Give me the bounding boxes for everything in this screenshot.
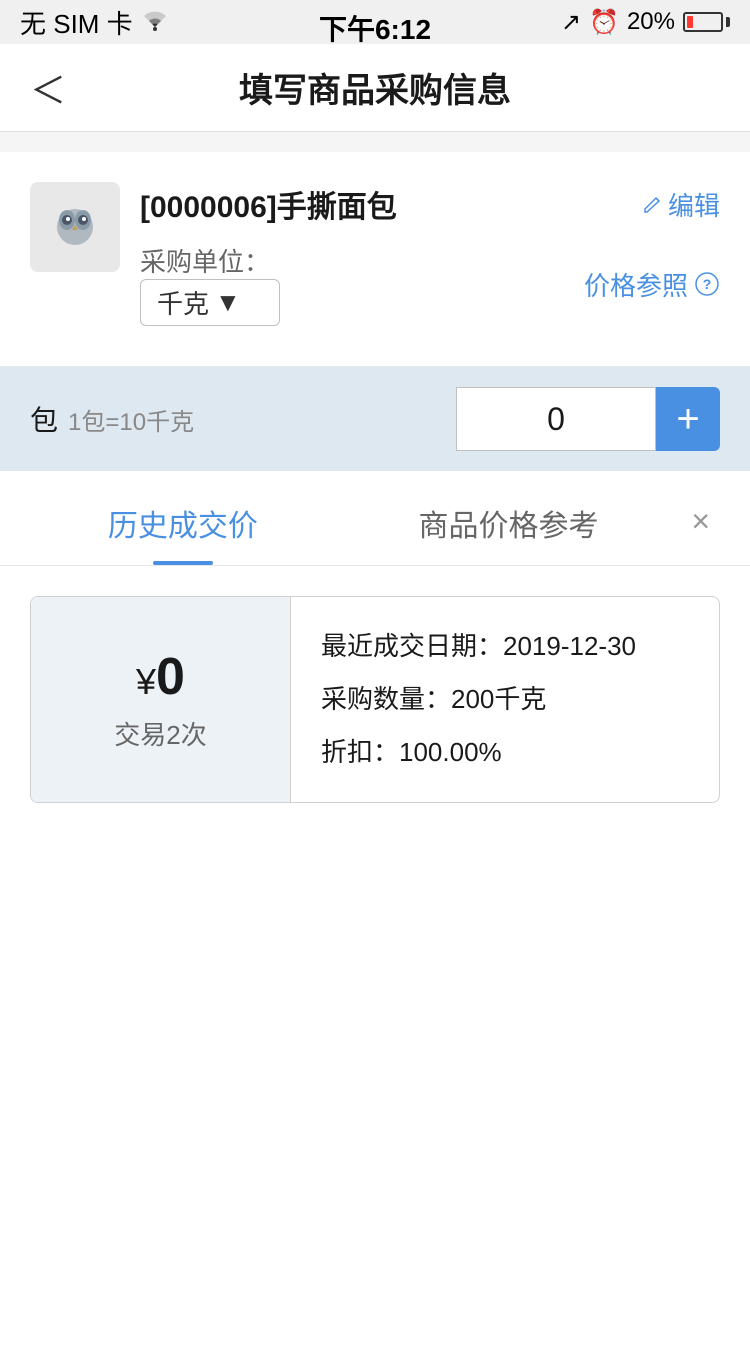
edit-button[interactable]: 编辑: [642, 186, 720, 223]
product-section: [0000006]手撕面包 编辑 采购单位： 千克 ▼: [0, 152, 750, 366]
product-name-row: [0000006]手撕面包 编辑: [140, 182, 720, 226]
recent-date-value: 2019-12-30: [503, 631, 636, 661]
price-right: 最近成交日期：2019-12-30 采购数量：200千克 折扣：100.00%: [291, 597, 719, 802]
product-header: [0000006]手撕面包 编辑 采购单位： 千克 ▼: [30, 182, 720, 326]
tab-section: 历史成交价 商品价格参考 × ¥0 交易2次 最近成交日期：2019-12-3: [0, 477, 750, 803]
unit-row: 采购单位： 千克 ▼ 价格参照 ?: [140, 242, 720, 326]
quantity-input[interactable]: 0: [456, 387, 656, 451]
quantity-plus-button[interactable]: +: [656, 387, 720, 451]
currency-symbol: ¥: [136, 661, 156, 702]
brand-icon: [45, 192, 105, 262]
dropdown-arrow: ▼: [215, 287, 241, 318]
location-icon: ↗: [561, 8, 581, 37]
price-card-section: ¥0 交易2次 最近成交日期：2019-12-30 采购数量：200千克 折扣：…: [0, 566, 750, 803]
tab-history-label: 历史成交价: [108, 510, 258, 543]
price-left: ¥0 交易2次: [31, 597, 291, 802]
price-ref-label: 价格参照: [584, 266, 688, 303]
wifi-icon: [141, 7, 169, 38]
purchase-quantity-row: 采购数量：200千克: [321, 680, 689, 719]
quantity-unit-label: 包: [30, 399, 58, 439]
product-info: [0000006]手撕面包 编辑 采购单位： 千克 ▼: [140, 182, 720, 326]
discount-value: 100.00%: [399, 737, 502, 767]
unit-value: 千克: [157, 284, 209, 321]
carrier-text: 无 SIM 卡: [20, 4, 133, 41]
back-button[interactable]: ＜: [30, 62, 66, 114]
quantity-section: 包 1包=10千克 0 +: [0, 366, 750, 471]
plus-icon: +: [676, 397, 699, 442]
quantity-row: 包 1包=10千克 0 +: [0, 367, 750, 471]
svg-text:?: ?: [703, 276, 712, 292]
status-time: 下午6:12: [319, 8, 431, 48]
recent-date-row: 最近成交日期：2019-12-30: [321, 627, 689, 666]
price-card: ¥0 交易2次 最近成交日期：2019-12-30 采购数量：200千克 折扣：…: [30, 596, 720, 803]
price-value: 0: [156, 648, 185, 706]
tab-close-button[interactable]: ×: [671, 503, 730, 540]
recent-date-label: 最近成交日期：: [321, 631, 503, 661]
trade-count: 交易2次: [114, 715, 206, 752]
discount-label: 折扣：: [321, 737, 399, 767]
status-right: ↗ ⏰ 20%: [561, 8, 730, 37]
status-left: 无 SIM 卡: [20, 4, 169, 41]
discount-row: 折扣：100.00%: [321, 733, 689, 772]
tab-history[interactable]: 历史成交价: [20, 477, 346, 565]
main-content: [0000006]手撕面包 编辑 采购单位： 千克 ▼: [0, 152, 750, 1354]
product-name: [0000006]手撕面包: [140, 182, 397, 226]
unit-label-group: 采购单位： 千克 ▼: [140, 242, 280, 326]
battery-icon: [683, 12, 730, 32]
unit-label: 采购单位：: [140, 247, 270, 277]
quantity-controls: 0 +: [456, 387, 720, 451]
page-title: 填写商品采购信息: [239, 63, 511, 112]
alarm-icon: ⏰: [589, 8, 619, 37]
purchase-quantity-value: 200千克: [451, 684, 546, 714]
unit-select[interactable]: 千克 ▼: [140, 279, 280, 326]
edit-label: 编辑: [668, 186, 720, 223]
nav-bar: ＜ 填写商品采购信息: [0, 44, 750, 132]
tab-active-indicator: [153, 561, 213, 565]
quantity-value: 0: [547, 401, 565, 438]
price-reference-button[interactable]: 价格参照 ?: [584, 266, 720, 303]
tab-bar: 历史成交价 商品价格参考 ×: [0, 477, 750, 566]
purchase-quantity-label: 采购数量：: [321, 684, 451, 714]
price-amount: ¥0: [136, 647, 185, 707]
status-bar: 无 SIM 卡 下午6:12 ↗ ⏰ 20%: [0, 0, 750, 44]
product-logo: [30, 182, 120, 272]
tab-reference-label: 商品价格参考: [418, 510, 598, 543]
battery-percent: 20%: [627, 8, 675, 36]
tab-reference[interactable]: 商品价格参考: [346, 477, 672, 565]
quantity-conversion: 1包=10千克: [68, 402, 194, 437]
